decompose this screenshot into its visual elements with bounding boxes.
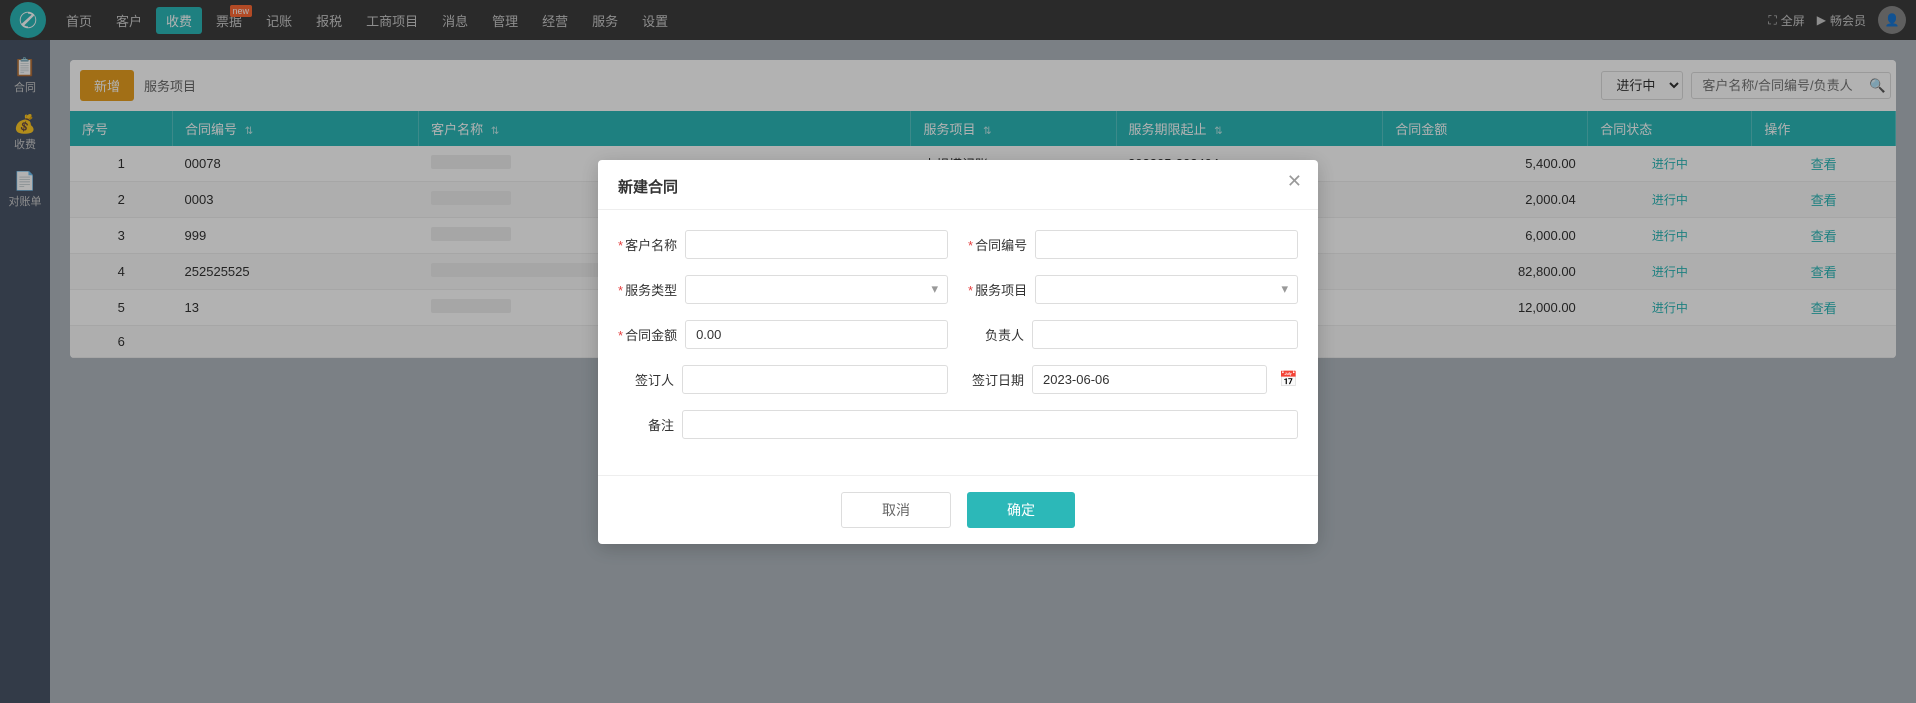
label-customer-name: *客户名称 xyxy=(618,235,677,254)
cancel-button[interactable]: 取消 xyxy=(841,492,951,528)
confirm-button[interactable]: 确定 xyxy=(967,492,1075,528)
field-sign-date: 签订日期 📅 xyxy=(968,365,1298,394)
field-contract-no: *合同编号 xyxy=(968,230,1298,259)
label-service-item: *服务项目 xyxy=(968,280,1027,299)
label-sign-date: 签订日期 xyxy=(968,370,1024,389)
label-contract-amount: *合同金额 xyxy=(618,325,677,344)
field-customer-name: *客户名称 xyxy=(618,230,948,259)
form-row-5: 备注 xyxy=(618,410,1298,439)
select-service-type-wrap xyxy=(685,275,948,304)
field-signatory: 签订人 xyxy=(618,365,948,394)
required-mark-amount: * xyxy=(618,328,623,343)
field-service-type: *服务类型 xyxy=(618,275,948,304)
modal-body: *客户名称 *合同编号 *服务类型 xyxy=(598,210,1318,475)
label-responsible-person: 负责人 xyxy=(968,325,1024,344)
input-signatory[interactable] xyxy=(682,365,948,394)
required-mark-service-type: * xyxy=(618,283,623,298)
label-contract-no: *合同编号 xyxy=(968,235,1027,254)
label-remark: 备注 xyxy=(618,415,674,434)
input-customer-name[interactable] xyxy=(685,230,948,259)
required-mark-service-item: * xyxy=(968,283,973,298)
form-row-4: 签订人 签订日期 📅 xyxy=(618,365,1298,394)
new-contract-modal: 新建合同 ✕ *客户名称 *合同编号 xyxy=(598,160,1318,544)
modal-close-button[interactable]: ✕ xyxy=(1287,172,1302,190)
field-service-item: *服务项目 xyxy=(968,275,1298,304)
select-service-item[interactable] xyxy=(1035,275,1298,304)
calendar-icon[interactable]: 📅 xyxy=(1279,370,1298,388)
select-service-type[interactable] xyxy=(685,275,948,304)
required-mark-customer: * xyxy=(618,238,623,253)
form-row-3: *合同金额 负责人 xyxy=(618,320,1298,349)
input-contract-amount[interactable] xyxy=(685,320,948,349)
label-signatory: 签订人 xyxy=(618,370,674,389)
input-sign-date[interactable] xyxy=(1032,365,1267,394)
input-contract-no[interactable] xyxy=(1035,230,1298,259)
input-remark[interactable] xyxy=(682,410,1298,439)
form-row-2: *服务类型 *服务项目 xyxy=(618,275,1298,304)
required-mark-contract: * xyxy=(968,238,973,253)
field-remark: 备注 xyxy=(618,410,1298,439)
label-service-type: *服务类型 xyxy=(618,280,677,299)
form-row-1: *客户名称 *合同编号 xyxy=(618,230,1298,259)
input-responsible-person[interactable] xyxy=(1032,320,1298,349)
modal-title: 新建合同 xyxy=(618,179,678,196)
modal-header: 新建合同 ✕ xyxy=(598,160,1318,210)
modal-footer: 取消 确定 xyxy=(598,475,1318,544)
field-contract-amount: *合同金额 xyxy=(618,320,948,349)
modal-overlay[interactable]: 新建合同 ✕ *客户名称 *合同编号 xyxy=(0,0,1916,703)
select-service-item-wrap xyxy=(1035,275,1298,304)
field-responsible-person: 负责人 xyxy=(968,320,1298,349)
